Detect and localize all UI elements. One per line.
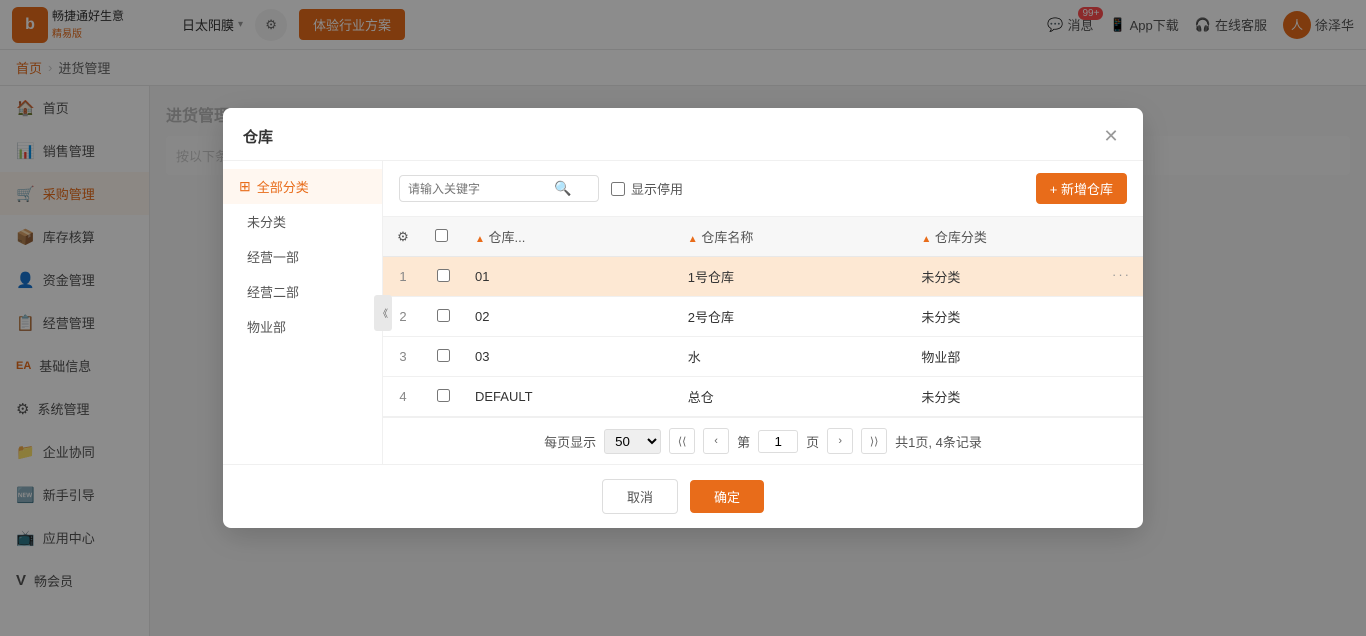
col-code-header: ▲ 仓库...	[463, 217, 676, 257]
table-header-row: ⚙ ▲ 仓库... ▲ 仓库名称	[383, 217, 1143, 257]
total-info: 共1页, 4条记录	[895, 432, 982, 451]
table-body: 1 01 1号仓库 未分类 ··· 2 02 2号仓库 未分类 3	[383, 257, 1143, 417]
col-settings: ⚙	[383, 217, 423, 257]
category-item-dept2[interactable]: 经营二部	[223, 274, 382, 309]
per-page-label: 每页显示	[544, 432, 596, 451]
page-number-input[interactable]: 1	[758, 430, 798, 453]
row-code: 02	[463, 297, 676, 337]
table-row: 3 03 水 物业部	[383, 337, 1143, 377]
table-panel: 🔍 显示停用 + 新增仓库 ⚙	[383, 161, 1143, 464]
row-select-checkbox[interactable]	[437, 349, 450, 362]
row-category: 未分类 ···	[909, 257, 1143, 297]
row-name: 2号仓库	[676, 297, 910, 337]
category-all-item[interactable]: ⊞ 全部分类	[223, 169, 382, 204]
first-page-button[interactable]: ⟨⟨	[669, 428, 695, 454]
category-panel: ⊞ 全部分类 未分类 经营一部 经营二部 物业部 《	[223, 161, 383, 464]
row-name: 水	[676, 337, 910, 377]
show-disabled-toggle[interactable]: 显示停用	[611, 179, 683, 198]
table-row: 1 01 1号仓库 未分类 ···	[383, 257, 1143, 297]
table-row: 4 DEFAULT 总仓 未分类	[383, 377, 1143, 417]
row-num: 1	[383, 257, 423, 297]
warehouse-modal: 仓库 ✕ ⊞ 全部分类 未分类 经营一部 经营二部	[223, 108, 1143, 528]
row-checkbox[interactable]	[423, 377, 463, 417]
sort-icon-category: ▲	[921, 234, 931, 245]
modal-body: ⊞ 全部分类 未分类 经营一部 经营二部 物业部 《	[223, 161, 1143, 464]
sort-icon-name: ▲	[688, 234, 698, 245]
grid-icon: ⊞	[239, 178, 251, 195]
sort-icon-code: ▲	[475, 234, 485, 245]
warehouse-table: ⚙ ▲ 仓库... ▲ 仓库名称	[383, 217, 1143, 417]
page-suffix: 页	[806, 432, 819, 451]
select-all-checkbox[interactable]	[435, 229, 448, 242]
category-item-property[interactable]: 物业部	[223, 309, 382, 344]
prev-page-button[interactable]: ‹	[703, 428, 729, 454]
row-checkbox[interactable]	[423, 297, 463, 337]
col-checkbox	[423, 217, 463, 257]
modal-overlay: 仓库 ✕ ⊞ 全部分类 未分类 经营一部 经营二部	[0, 0, 1366, 636]
pagination: 每页显示 50 100 ⟨⟨ ‹ 第 1 页 › ⟩⟩ 共1页, 4条记录	[383, 417, 1143, 464]
show-disabled-checkbox[interactable]	[611, 182, 625, 196]
add-warehouse-button[interactable]: + 新增仓库	[1036, 173, 1127, 204]
row-category: 未分类	[909, 377, 1143, 417]
show-disabled-label: 显示停用	[631, 179, 683, 198]
search-input[interactable]	[408, 182, 548, 196]
row-select-checkbox[interactable]	[437, 269, 450, 282]
row-select-checkbox[interactable]	[437, 389, 450, 402]
row-name: 1号仓库	[676, 257, 910, 297]
row-category: 物业部	[909, 337, 1143, 377]
modal-title: 仓库	[243, 126, 273, 147]
confirm-button[interactable]: 确定	[690, 480, 764, 513]
category-item-unclassified[interactable]: 未分类	[223, 204, 382, 239]
category-item-dept1[interactable]: 经营一部	[223, 239, 382, 274]
row-checkbox[interactable]	[423, 337, 463, 377]
row-code: 03	[463, 337, 676, 377]
row-num: 4	[383, 377, 423, 417]
search-icon: 🔍	[554, 180, 571, 197]
col-name-header: ▲ 仓库名称	[676, 217, 910, 257]
per-page-select[interactable]: 50 100	[604, 429, 661, 454]
row-code: DEFAULT	[463, 377, 676, 417]
search-box: 🔍	[399, 175, 599, 202]
collapse-category-button[interactable]: 《	[374, 295, 392, 331]
next-page-button[interactable]: ›	[827, 428, 853, 454]
row-checkbox[interactable]	[423, 257, 463, 297]
modal-close-button[interactable]: ✕	[1099, 124, 1123, 148]
page-label: 第	[737, 432, 750, 451]
row-num: 3	[383, 337, 423, 377]
col-category-header: ▲ 仓库分类	[909, 217, 1143, 257]
table-row: 2 02 2号仓库 未分类	[383, 297, 1143, 337]
row-actions[interactable]: ···	[1112, 267, 1131, 282]
row-code: 01	[463, 257, 676, 297]
cancel-button[interactable]: 取消	[602, 479, 678, 514]
row-category: 未分类	[909, 297, 1143, 337]
last-page-button[interactable]: ⟩⟩	[861, 428, 887, 454]
row-name: 总仓	[676, 377, 910, 417]
table-toolbar: 🔍 显示停用 + 新增仓库	[383, 161, 1143, 217]
modal-header: 仓库 ✕	[223, 108, 1143, 161]
data-table: ⚙ ▲ 仓库... ▲ 仓库名称	[383, 217, 1143, 417]
row-select-checkbox[interactable]	[437, 309, 450, 322]
modal-footer: 取消 确定	[223, 464, 1143, 528]
category-all-label: 全部分类	[257, 177, 309, 196]
